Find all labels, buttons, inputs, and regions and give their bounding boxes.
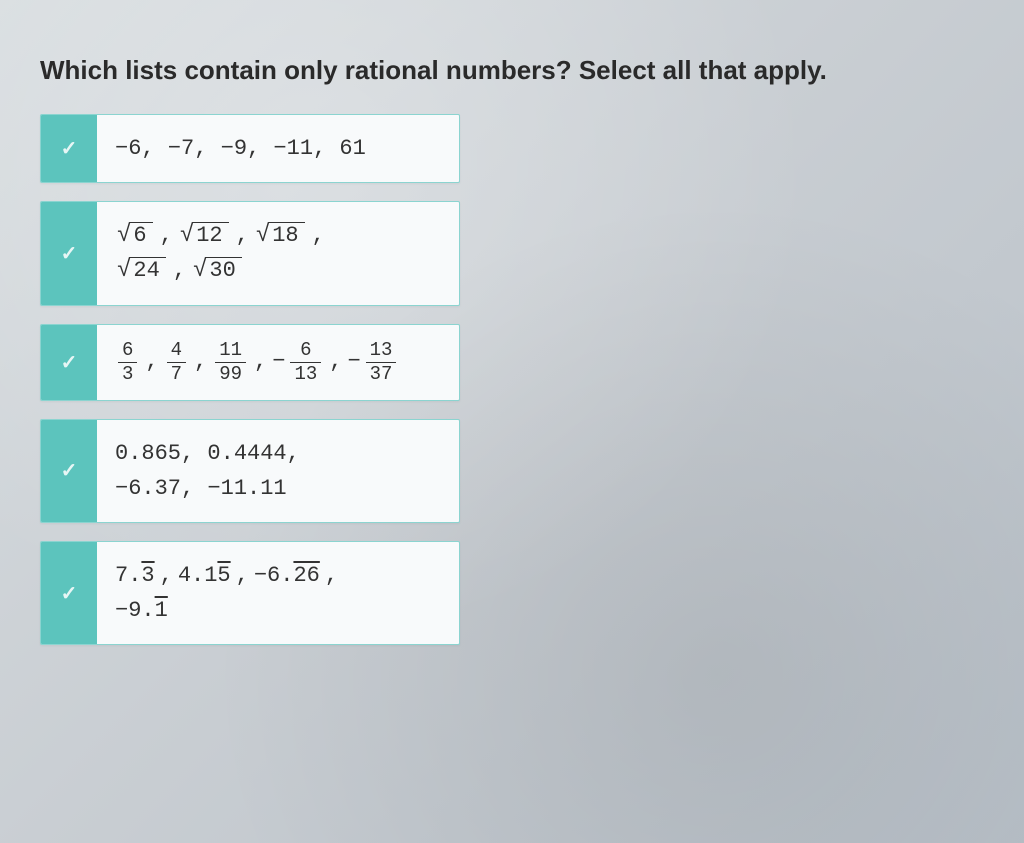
option-1-checkbox[interactable]: ✓ bbox=[41, 115, 97, 182]
sqrt-expr: √24 bbox=[117, 257, 166, 284]
repeating-decimal: −6.26 bbox=[254, 558, 320, 593]
checkmark-icon: ✓ bbox=[61, 136, 78, 161]
repeating-decimal: 4.15 bbox=[178, 558, 231, 593]
fraction: 63 bbox=[118, 341, 137, 384]
option-4-checkbox[interactable]: ✓ bbox=[41, 420, 97, 522]
question-text: Which lists contain only rational number… bbox=[40, 55, 984, 86]
option-4[interactable]: ✓ 0.865, 0.4444, −6.37, −11.11 bbox=[40, 419, 460, 523]
sqrt-expr: √30 bbox=[193, 257, 242, 284]
option-3-content: 63, 47, 1199, −613, −1337 bbox=[97, 325, 417, 400]
option-5-checkbox[interactable]: ✓ bbox=[41, 542, 97, 644]
option-2-content: √6, √12, √18, √24, √30 bbox=[97, 202, 346, 304]
sqrt-expr: √12 bbox=[180, 222, 229, 249]
fraction: 1199 bbox=[215, 341, 246, 384]
option-2-checkbox[interactable]: ✓ bbox=[41, 202, 97, 304]
repeating-decimal: −9.1 bbox=[115, 593, 168, 628]
option-1-content: −6, −7, −9, −11, 61 bbox=[97, 115, 384, 182]
option-5-content: 7.3, 4.15, −6.26, −9.1 bbox=[97, 542, 359, 644]
sqrt-expr: √6 bbox=[117, 222, 153, 249]
option-1-text: −6, −7, −9, −11, 61 bbox=[115, 131, 366, 166]
option-5[interactable]: ✓ 7.3, 4.15, −6.26, −9.1 bbox=[40, 541, 460, 645]
fraction: −613 bbox=[272, 341, 324, 384]
option-4-content: 0.865, 0.4444, −6.37, −11.11 bbox=[97, 420, 318, 522]
option-4-line2: −6.37, −11.11 bbox=[115, 471, 300, 506]
option-4-line1: 0.865, 0.4444, bbox=[115, 436, 300, 471]
checkmark-icon: ✓ bbox=[61, 350, 78, 375]
options-list: ✓ −6, −7, −9, −11, 61 ✓ √6, √12, √18, √2… bbox=[40, 114, 984, 645]
fraction: −1337 bbox=[347, 341, 399, 384]
repeating-decimal: 7.3 bbox=[115, 558, 155, 593]
sqrt-expr: √18 bbox=[256, 222, 305, 249]
checkmark-icon: ✓ bbox=[61, 458, 78, 483]
option-2[interactable]: ✓ √6, √12, √18, √24, √30 bbox=[40, 201, 460, 305]
checkmark-icon: ✓ bbox=[61, 241, 78, 266]
checkmark-icon: ✓ bbox=[61, 581, 78, 606]
option-3[interactable]: ✓ 63, 47, 1199, −613, −1337 bbox=[40, 324, 460, 401]
option-3-checkbox[interactable]: ✓ bbox=[41, 325, 97, 400]
option-1[interactable]: ✓ −6, −7, −9, −11, 61 bbox=[40, 114, 460, 183]
fraction: 47 bbox=[167, 341, 186, 384]
